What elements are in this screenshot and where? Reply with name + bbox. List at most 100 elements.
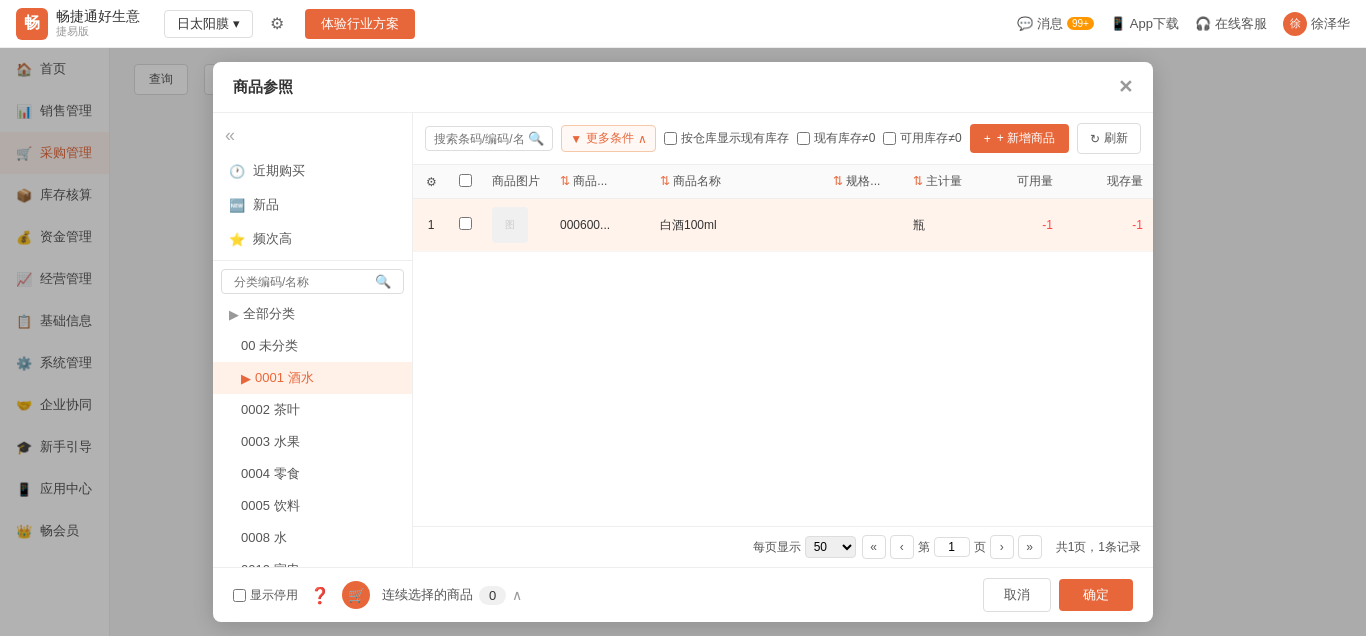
- col-spec-header[interactable]: ⇅ 规格...: [823, 165, 903, 199]
- pagination: 每页显示 50 10 20 100 « ‹ 第 页: [413, 526, 1153, 567]
- filter-icon: ▼: [570, 132, 582, 146]
- confirm-btn[interactable]: 确定: [1059, 579, 1133, 611]
- filter-stock-checkbox[interactable]: [797, 132, 810, 145]
- category-liquor[interactable]: ▶ 0001 酒水: [213, 362, 412, 394]
- logo-sub: 捷易版: [56, 24, 140, 39]
- cancel-btn[interactable]: 取消: [983, 578, 1051, 612]
- modal-overlay: 商品参照 ✕ « 🕐 近期购买 🆕 新品 ⭐: [0, 48, 1366, 636]
- experience-btn[interactable]: 体验行业方案: [305, 9, 415, 39]
- col-settings[interactable]: ⚙: [413, 165, 449, 199]
- show-disabled-checkbox: 显示停用: [233, 587, 298, 604]
- filter-available-nonzero: 可用库存≠0: [883, 130, 961, 147]
- phone-icon: 📱: [1110, 16, 1126, 31]
- category-search-box: 🔍: [221, 269, 404, 294]
- refresh-btn[interactable]: ↻ 刷新: [1077, 123, 1141, 154]
- category-all[interactable]: ▶ 全部分类: [213, 298, 412, 330]
- nav-new-product[interactable]: 🆕 新品: [213, 188, 412, 222]
- left-divider: [213, 260, 412, 261]
- clock-icon: 🕐: [229, 164, 245, 179]
- col-check: [449, 165, 482, 199]
- category-water[interactable]: 0008 水: [213, 522, 412, 554]
- nav-app[interactable]: 📱 App下载: [1110, 15, 1179, 33]
- nav-msg[interactable]: 💬 消息 99+: [1017, 15, 1094, 33]
- nav-selector-text: 日太阳膜: [177, 15, 229, 33]
- col-code-header[interactable]: ⇅ 商品...: [550, 165, 650, 199]
- table-row[interactable]: 1 图 000600...: [413, 199, 1153, 252]
- page-last-btn[interactable]: »: [1018, 535, 1042, 559]
- col-name-header[interactable]: ⇅ 商品名称: [650, 165, 823, 199]
- category-unclassified[interactable]: 00 未分类: [213, 330, 412, 362]
- filter-stock-nonzero: 现有库存≠0: [797, 130, 875, 147]
- cart-icon[interactable]: 🛒: [342, 581, 370, 609]
- sort-spec-icon: ⇅: [833, 174, 843, 188]
- page-number-input[interactable]: [934, 537, 970, 557]
- row-name: 白酒100ml: [650, 199, 823, 252]
- page-first-btn[interactable]: «: [862, 535, 886, 559]
- star-icon: ⭐: [229, 232, 245, 247]
- collapse-footer-icon[interactable]: ∧: [512, 587, 522, 603]
- chevron-up-icon: ∧: [638, 132, 647, 146]
- left-panel-top: «: [213, 121, 412, 154]
- nav-recent-purchase[interactable]: 🕐 近期购买: [213, 154, 412, 188]
- modal-close-btn[interactable]: ✕: [1118, 76, 1133, 98]
- consecutive-select-area: 连续选择的商品 0 ∧: [382, 586, 522, 605]
- page-info: 共1页，1条记录: [1056, 539, 1141, 556]
- nav-selector[interactable]: 日太阳膜 ▾: [164, 10, 253, 38]
- page-prev-btn[interactable]: ‹: [890, 535, 914, 559]
- category-fruit[interactable]: 0003 水果: [213, 426, 412, 458]
- sort-icon: ⇅: [560, 174, 570, 188]
- show-disabled-input[interactable]: [233, 589, 246, 602]
- product-reference-modal: 商品参照 ✕ « 🕐 近期购买 🆕 新品 ⭐: [213, 62, 1153, 622]
- row-img-cell: 图: [482, 199, 550, 252]
- page-next-btn[interactable]: ›: [990, 535, 1014, 559]
- nav-service[interactable]: 🎧 在线客服: [1195, 15, 1267, 33]
- left-panel: « 🕐 近期购买 🆕 新品 ⭐ 频次高 🔍: [213, 113, 413, 567]
- row-checkbox[interactable]: [459, 217, 472, 230]
- product-search-box: 🔍: [425, 126, 553, 151]
- product-table-area: ⚙ 商品图片 ⇅ 商品...: [413, 165, 1153, 526]
- filter-available-checkbox[interactable]: [883, 132, 896, 145]
- col-img-header: 商品图片: [482, 165, 550, 199]
- row-unit: 瓶: [903, 199, 973, 252]
- new-icon: 🆕: [229, 198, 245, 213]
- active-expand-icon: ▶: [241, 371, 251, 386]
- selected-count-badge: 0: [479, 586, 506, 605]
- product-search-input[interactable]: [434, 132, 524, 146]
- top-nav: 畅 畅捷通好生意 捷易版 日太阳膜 ▾ ⚙ 体验行业方案 💬 消息 99+ 📱 …: [0, 0, 1366, 48]
- more-filter-btn[interactable]: ▼ 更多条件 ∧: [561, 125, 656, 152]
- page-navigation: « ‹ 第 页 › »: [862, 535, 1042, 559]
- sort-unit-icon: ⇅: [913, 174, 923, 188]
- gear-icon[interactable]: ⚙: [261, 8, 293, 40]
- category-drink[interactable]: 0005 饮料: [213, 490, 412, 522]
- select-all-checkbox[interactable]: [459, 174, 472, 187]
- filter-by-warehouse: 按仓库显示现有库存: [664, 130, 789, 147]
- product-image: 图: [492, 207, 528, 243]
- plus-icon: +: [984, 132, 991, 146]
- search-icon: 🔍: [375, 274, 391, 289]
- nav-high-frequency[interactable]: ⭐ 频次高: [213, 222, 412, 256]
- msg-badge: 99+: [1067, 17, 1094, 30]
- add-product-btn[interactable]: + + 新增商品: [970, 124, 1069, 153]
- category-search-input[interactable]: [234, 275, 371, 289]
- footer-actions: 取消 确定: [983, 578, 1133, 612]
- help-icon[interactable]: ❓: [310, 586, 330, 605]
- nav-user[interactable]: 徐 徐泽华: [1283, 12, 1350, 36]
- row-stock: -1: [1063, 199, 1153, 252]
- col-unit-header[interactable]: ⇅ 主计量: [903, 165, 973, 199]
- filter-warehouse-checkbox[interactable]: [664, 132, 677, 145]
- category-tea[interactable]: 0002 茶叶: [213, 394, 412, 426]
- modal-footer: 显示停用 ❓ 🛒 连续选择的商品 0 ∧ 取消 确定: [213, 567, 1153, 622]
- right-panel: 🔍 ▼ 更多条件 ∧ 按仓库显示现有库存 现有库存≠0: [413, 113, 1153, 567]
- row-checkbox-cell: [449, 199, 482, 252]
- modal-body: « 🕐 近期购买 🆕 新品 ⭐ 频次高 🔍: [213, 113, 1153, 567]
- logo-area: 畅 畅捷通好生意 捷易版: [16, 8, 140, 40]
- refresh-icon: ↻: [1090, 132, 1100, 146]
- page-size-select[interactable]: 50 10 20 100: [805, 536, 856, 558]
- collapse-panel-icon[interactable]: «: [225, 125, 235, 146]
- category-appliance[interactable]: 0010 家电: [213, 554, 412, 567]
- table-toolbar: 🔍 ▼ 更多条件 ∧ 按仓库显示现有库存 现有库存≠0: [413, 113, 1153, 165]
- product-table: ⚙ 商品图片 ⇅ 商品...: [413, 165, 1153, 252]
- category-snack[interactable]: 0004 零食: [213, 458, 412, 490]
- chevron-down-icon: ▾: [233, 16, 240, 31]
- expand-icon: ▶: [229, 307, 239, 322]
